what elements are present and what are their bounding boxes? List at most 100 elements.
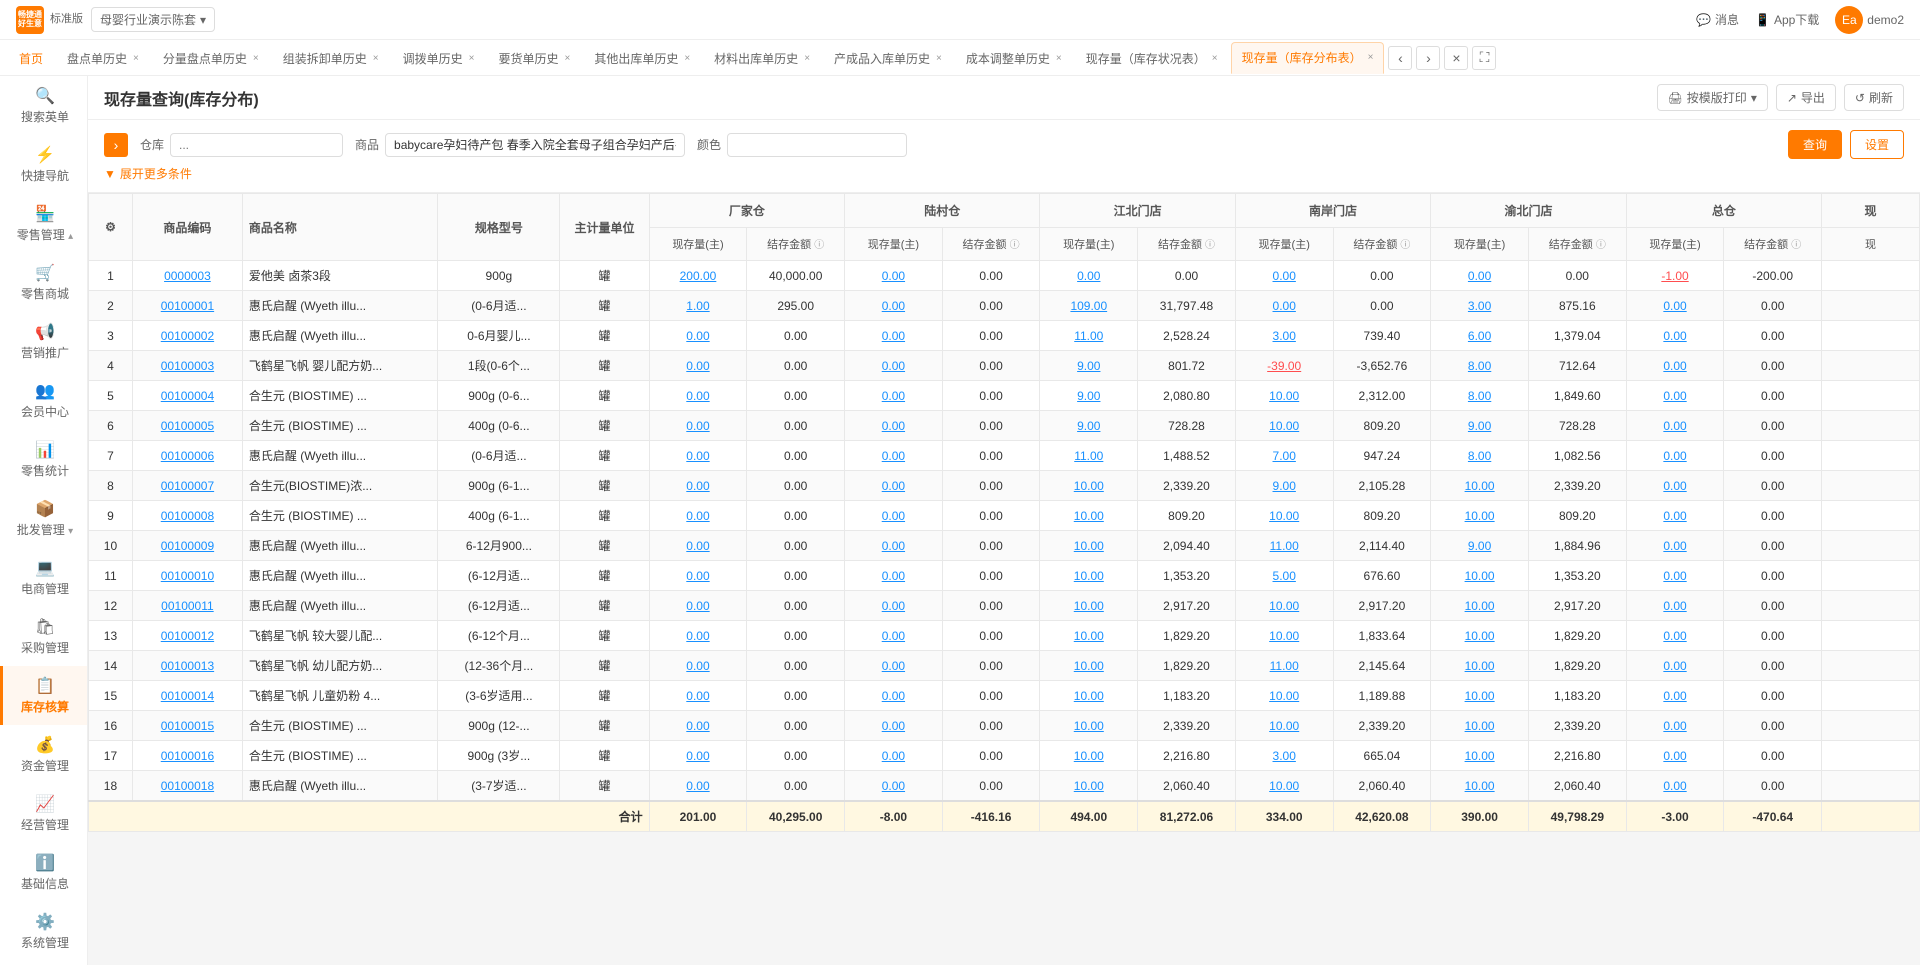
tab-10-close[interactable]: × [1212,53,1218,64]
sidebar-item-collab[interactable]: 🤝 企业协同 [0,961,87,965]
tab-11-close[interactable]: × [1368,52,1374,63]
user-area[interactable]: Ea demo2 [1835,6,1904,34]
sidebar-item-inventory[interactable]: 📋 库存核算 [0,666,87,725]
sidebar-inventory-label: 库存核算 [21,700,69,714]
print-button[interactable]: 🖨 按模版打印 ▾ [1657,84,1768,111]
th-total-amount: 结存金额 ⓘ [1724,228,1822,261]
footer-lc-stock: -8.00 [845,801,943,832]
message-action[interactable]: 💬 消息 [1696,11,1739,28]
warehouse-input[interactable] [170,133,343,157]
sidebar-item-member[interactable]: 👥 会员中心 [0,371,87,430]
row-yb-stock: 10.00 [1431,561,1529,591]
app-download-action[interactable]: 📱 App下载 [1755,11,1819,28]
row-cy-amount: 0.00 [747,501,845,531]
industry-selector[interactable]: 母婴行业演示陈套 ▾ [91,7,215,32]
tab-4[interactable]: 调拨单历史 × [392,42,486,74]
row-lc-amount: 0.00 [942,321,1040,351]
color-input[interactable] [727,133,907,157]
tab-5[interactable]: 要货单历史 × [487,42,581,74]
sidebar-item-finance[interactable]: 💰 资金管理 [0,725,87,784]
row-total-stock: 0.00 [1626,711,1724,741]
row-total-amount: 0.00 [1724,291,1822,321]
sidebar-item-purchase[interactable]: 🛍 采购管理 [0,607,87,666]
tab-9-close[interactable]: × [1056,53,1062,64]
settings-button[interactable]: 设置 [1850,130,1904,159]
tab-5-close[interactable]: × [564,53,570,64]
sidebar-item-marketing[interactable]: 📢 营销推广 [0,312,87,371]
sidebar-item-retailstat[interactable]: 📊 零售统计 [0,430,87,489]
query-button[interactable]: 查询 [1788,130,1842,159]
sidebar-item-ecommerce[interactable]: 💻 电商管理 [0,548,87,607]
row-unit: 罐 [560,681,649,711]
tab-6-close[interactable]: × [684,53,690,64]
tab-8-close[interactable]: × [936,53,942,64]
sidebar-item-system[interactable]: ⚙️ 系统管理 [0,902,87,961]
row-lc-amount: 0.00 [942,471,1040,501]
avatar: Ea [1835,6,1863,34]
row-jb-stock: 9.00 [1040,351,1138,381]
row-jb-stock: 11.00 [1040,321,1138,351]
ecommerce-icon: 💻 [7,558,83,578]
goods-input[interactable] [385,133,685,157]
row-lc-amount: 0.00 [942,621,1040,651]
row-unit: 罐 [560,591,649,621]
row-yb-stock: 10.00 [1431,471,1529,501]
row-yb-amount: 728.28 [1528,411,1626,441]
tab-3-close[interactable]: × [373,53,379,64]
expand-filter-toggle[interactable]: ▼ 展开更多条件 [104,165,1904,182]
tab-prev-btn[interactable]: ‹ [1388,46,1412,70]
sidebar-item-basic[interactable]: ℹ️ 基础信息 [0,843,87,902]
row-lc-stock: 0.00 [845,741,943,771]
sidebar-item-operation[interactable]: 📈 经营管理 [0,784,87,843]
expand-label: 展开更多条件 [120,165,192,182]
sidebar-item-mall[interactable]: 🛒 零售商城 [0,253,87,312]
tab-7[interactable]: 材料出库单历史 × [703,42,821,74]
tab-4-close[interactable]: × [469,53,475,64]
row-extra [1822,651,1920,681]
export-button[interactable]: ↗ 导出 [1776,84,1836,111]
sidebar-item-retail[interactable]: 🏪 零售管理 ▴ [0,194,87,253]
tab-10[interactable]: 现存量（库存状况表） × [1075,42,1229,74]
tab-home[interactable]: 首页 [8,42,54,74]
tab-expand-btn[interactable]: ⛶ [1472,46,1496,70]
row-cy-amount: 0.00 [747,771,845,802]
filter-toggle-btn[interactable]: › [104,133,128,157]
row-na-stock: 10.00 [1235,591,1333,621]
row-jb-amount: 809.20 [1138,501,1236,531]
row-total-amount: 0.00 [1724,501,1822,531]
settings-gear[interactable]: ⚙ [105,220,116,234]
row-index: 2 [89,291,133,321]
refresh-button[interactable]: ↺ 刷新 [1844,84,1904,111]
home-label: 首页 [19,50,43,67]
tab-9[interactable]: 成本调整单历史 × [955,42,1073,74]
sidebar-item-quicknav[interactable]: ⚡ 快捷导航 [0,135,87,194]
row-spec: 400g (6-1... [438,501,560,531]
tab-1-close[interactable]: × [133,53,139,64]
row-yb-stock: 10.00 [1431,711,1529,741]
row-yb-amount: 2,216.80 [1528,741,1626,771]
row-extra [1822,411,1920,441]
row-yb-stock: 10.00 [1431,771,1529,802]
tab-3[interactable]: 组装拆卸单历史 × [272,42,390,74]
tab-close-all-btn[interactable]: × [1444,46,1468,70]
tab-7-close[interactable]: × [804,53,810,64]
tab-2[interactable]: 分量盘点单历史 × [152,42,270,74]
sidebar-item-search[interactable]: 🔍 搜索英单 [0,76,87,135]
row-code: 00100015 [132,711,242,741]
tab-11[interactable]: 现存量（库存分布表） × [1231,42,1385,74]
tab-next-btn[interactable]: › [1416,46,1440,70]
row-yb-amount: 1,849.60 [1528,381,1626,411]
tab-8[interactable]: 产成品入库单历史 × [823,42,953,74]
row-lc-stock: 0.00 [845,291,943,321]
row-yb-amount: 2,917.20 [1528,591,1626,621]
tab-1[interactable]: 盘点单历史 × [56,42,150,74]
sidebar-member-label: 会员中心 [21,405,69,419]
row-jb-amount: 2,060.40 [1138,771,1236,802]
sidebar-item-wholesale[interactable]: 📦 批发管理 ▾ [0,489,87,548]
tab-6[interactable]: 其他出库单历史 × [583,42,701,74]
tab-2-close[interactable]: × [253,53,259,64]
row-code: 00100012 [132,621,242,651]
row-code: 00100013 [132,651,242,681]
row-jb-amount: 801.72 [1138,351,1236,381]
row-code: 00100006 [132,441,242,471]
